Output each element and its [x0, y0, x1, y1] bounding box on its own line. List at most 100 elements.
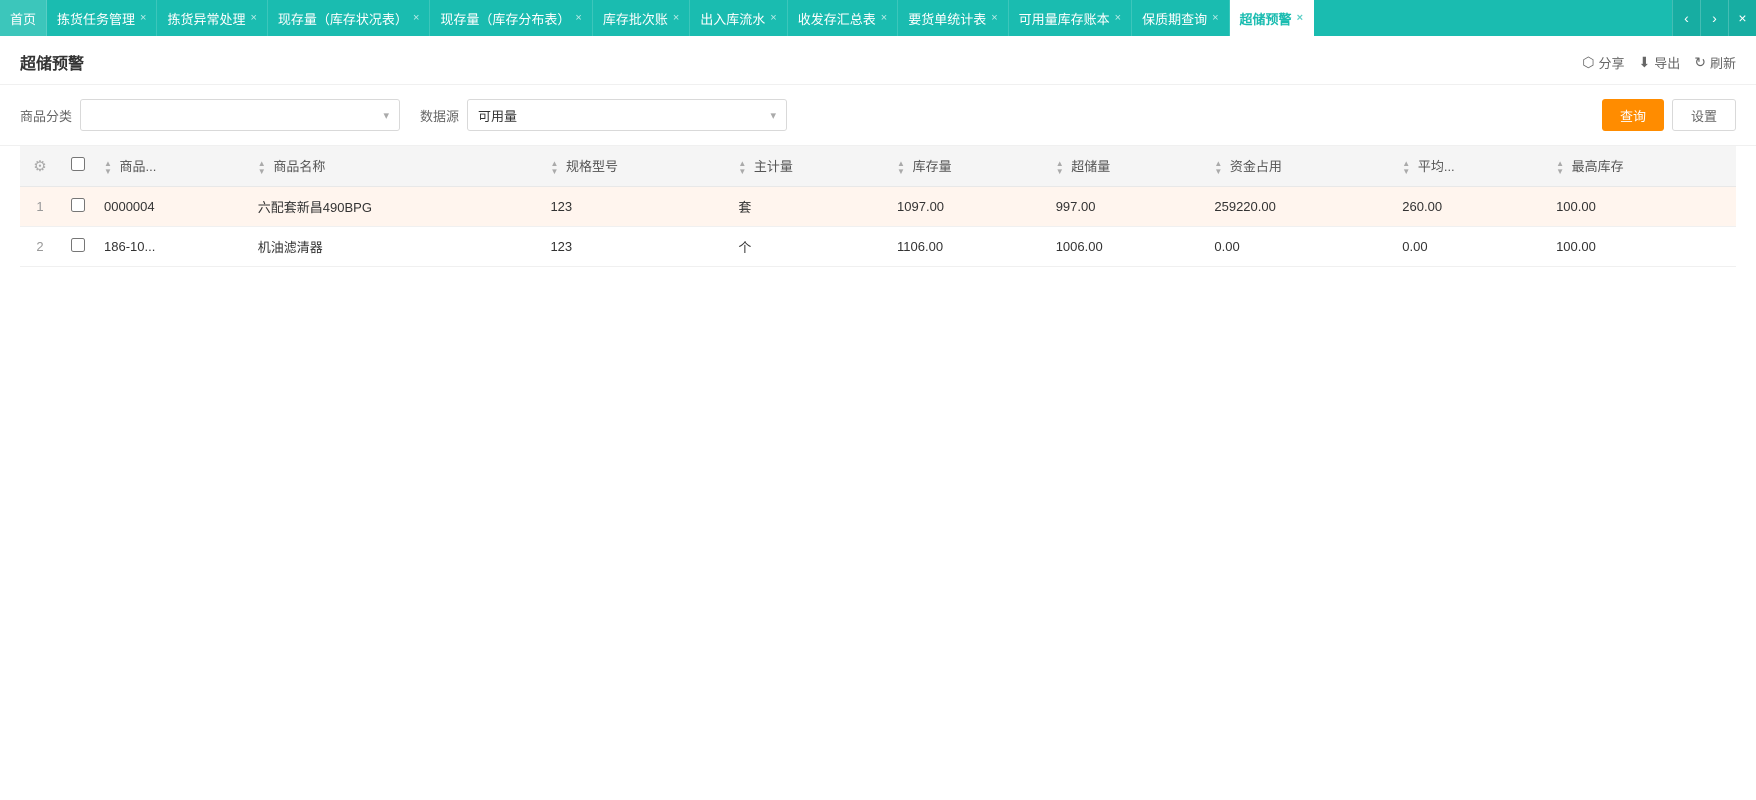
nav-close-button[interactable]: × [1728, 0, 1756, 36]
col-header-spec: ▲▼ 规格型号 [542, 146, 730, 186]
datasource-label: 数据源 [420, 106, 459, 125]
row-stock: 1106.00 [889, 226, 1048, 266]
nav-arrows: ‹ › × [1672, 0, 1756, 36]
row-unit: 套 [730, 186, 889, 226]
nav-item-stock-status[interactable]: 现存量（库存状况表） × [268, 0, 430, 36]
export-button[interactable]: ⬇ 导出 [1639, 53, 1681, 72]
close-icon[interactable]: × [575, 12, 581, 24]
close-icon[interactable]: × [1297, 12, 1303, 24]
sort-icon[interactable]: ▲▼ [897, 160, 905, 176]
page-header: 超储预警 ⬡ 分享 ⬇ 导出 ↻ 刷新 [0, 36, 1756, 85]
table-container: ⚙ ▲▼ 商品... ▲▼ 商品名称 ▲▼ 规格型号 [0, 146, 1756, 267]
row-checkbox-cell [60, 186, 96, 226]
sort-icon[interactable]: ▲▼ [1056, 160, 1064, 176]
category-filter-group: 商品分类 ▾ [20, 99, 400, 131]
row-code: 186-10... [96, 226, 250, 266]
col-header-capital: ▲▼ 资金占用 [1206, 146, 1394, 186]
category-label: 商品分类 [20, 106, 72, 125]
nav-item-overstock[interactable]: 超储预警 × [1230, 0, 1314, 36]
export-icon: ⬇ [1639, 54, 1651, 71]
close-icon[interactable]: × [881, 12, 887, 24]
datasource-select-value: 可用量 [478, 106, 517, 125]
refresh-button[interactable]: ↻ 刷新 [1694, 53, 1736, 72]
sort-icon[interactable]: ▲▼ [1214, 160, 1222, 176]
row-overstock: 1006.00 [1048, 226, 1207, 266]
row-overstock: 997.00 [1048, 186, 1207, 226]
datasource-filter-group: 数据源 可用量 ▾ [420, 99, 787, 131]
chevron-down-icon: ▾ [383, 109, 389, 122]
close-icon[interactable]: × [991, 12, 997, 24]
sort-icon[interactable]: ▲▼ [258, 160, 266, 176]
sort-icon[interactable]: ▲▼ [550, 160, 558, 176]
nav-item-home[interactable]: 首页 [0, 0, 47, 36]
refresh-icon: ↻ [1694, 54, 1706, 71]
row-name: 机油滤清器 [250, 226, 543, 266]
category-select[interactable]: ▾ [80, 99, 400, 131]
row-code: 0000004 [96, 186, 250, 226]
query-button[interactable]: 查询 [1602, 99, 1664, 131]
row-avg: 0.00 [1394, 226, 1548, 266]
col-header-unit: ▲▼ 主计量 [730, 146, 889, 186]
close-icon[interactable]: × [250, 12, 256, 24]
close-icon[interactable]: × [770, 12, 776, 24]
row-spec: 123 [542, 186, 730, 226]
share-button[interactable]: ⬡ 分享 [1582, 53, 1624, 72]
nav-item-batch[interactable]: 库存批次账 × [593, 0, 690, 36]
share-icon: ⬡ [1582, 54, 1594, 71]
table-row: 2 186-10... 机油滤清器 123 个 1106.00 1006.00 … [20, 226, 1736, 266]
chevron-down-icon: ▾ [771, 109, 777, 122]
table-body: 1 0000004 六配套新昌490BPG 123 套 1097.00 997.… [20, 186, 1736, 266]
settings-button[interactable]: 设置 [1672, 99, 1736, 131]
close-icon[interactable]: × [1115, 12, 1121, 24]
row-checkbox[interactable] [71, 238, 85, 252]
sort-icon[interactable]: ▲▼ [738, 160, 746, 176]
table-row: 1 0000004 六配套新昌490BPG 123 套 1097.00 997.… [20, 186, 1736, 226]
overstock-table: ⚙ ▲▼ 商品... ▲▼ 商品名称 ▲▼ 规格型号 [20, 146, 1736, 267]
nav-item-inout[interactable]: 出入库流水 × [690, 0, 787, 36]
nav-item-task[interactable]: 拣货任务管理 × [47, 0, 157, 36]
gear-icon[interactable]: ⚙ [33, 158, 46, 175]
row-checkbox[interactable] [71, 198, 85, 212]
close-icon[interactable]: × [1212, 12, 1218, 24]
row-unit: 个 [730, 226, 889, 266]
sort-icon[interactable]: ▲▼ [1556, 160, 1564, 176]
row-index: 1 [20, 186, 60, 226]
header-actions: ⬡ 分享 ⬇ 导出 ↻ 刷新 [1582, 53, 1736, 72]
col-header-stock: ▲▼ 库存量 [889, 146, 1048, 186]
col-header-max: ▲▼ 最高库存 [1548, 146, 1736, 186]
filter-area: 商品分类 ▾ 数据源 可用量 ▾ 查询 设置 [0, 85, 1756, 146]
row-capital: 0.00 [1206, 226, 1394, 266]
sort-icon[interactable]: ▲▼ [104, 160, 112, 176]
table-header: ⚙ ▲▼ 商品... ▲▼ 商品名称 ▲▼ 规格型号 [20, 146, 1736, 186]
nav-next-button[interactable]: › [1700, 0, 1728, 36]
row-stock: 1097.00 [889, 186, 1048, 226]
nav-item-summary[interactable]: 收发存汇总表 × [788, 0, 898, 36]
row-name: 六配套新昌490BPG [250, 186, 543, 226]
datasource-select[interactable]: 可用量 ▾ [467, 99, 787, 131]
row-index: 2 [20, 226, 60, 266]
row-spec: 123 [542, 226, 730, 266]
sort-icon[interactable]: ▲▼ [1402, 160, 1410, 176]
row-capital: 259220.00 [1206, 186, 1394, 226]
col-header-gear: ⚙ [20, 146, 60, 186]
page-content: 超储预警 ⬡ 分享 ⬇ 导出 ↻ 刷新 商品分类 ▾ 数据源 [0, 36, 1756, 800]
nav-item-requisition[interactable]: 要货单统计表 × [898, 0, 1008, 36]
col-header-overstock: ▲▼ 超储量 [1048, 146, 1207, 186]
close-icon[interactable]: × [673, 12, 679, 24]
row-max: 100.00 [1548, 226, 1736, 266]
nav-item-available[interactable]: 可用量库存账本 × [1009, 0, 1132, 36]
row-avg: 260.00 [1394, 186, 1548, 226]
nav-item-exception[interactable]: 拣货异常处理 × [157, 0, 267, 36]
table-header-row: ⚙ ▲▼ 商品... ▲▼ 商品名称 ▲▼ 规格型号 [20, 146, 1736, 186]
nav-item-shelf-life[interactable]: 保质期查询 × [1132, 0, 1229, 36]
top-navigation: 首页 拣货任务管理 × 拣货异常处理 × 现存量（库存状况表） × 现存量（库存… [0, 0, 1756, 36]
select-all-checkbox[interactable] [71, 157, 85, 171]
nav-prev-button[interactable]: ‹ [1672, 0, 1700, 36]
col-header-name: ▲▼ 商品名称 [250, 146, 543, 186]
nav-item-stock-dist[interactable]: 现存量（库存分布表） × [430, 0, 592, 36]
close-icon[interactable]: × [413, 12, 419, 24]
col-header-avg: ▲▼ 平均... [1394, 146, 1548, 186]
filter-buttons: 查询 设置 [1602, 99, 1736, 131]
close-icon[interactable]: × [140, 12, 146, 24]
row-max: 100.00 [1548, 186, 1736, 226]
